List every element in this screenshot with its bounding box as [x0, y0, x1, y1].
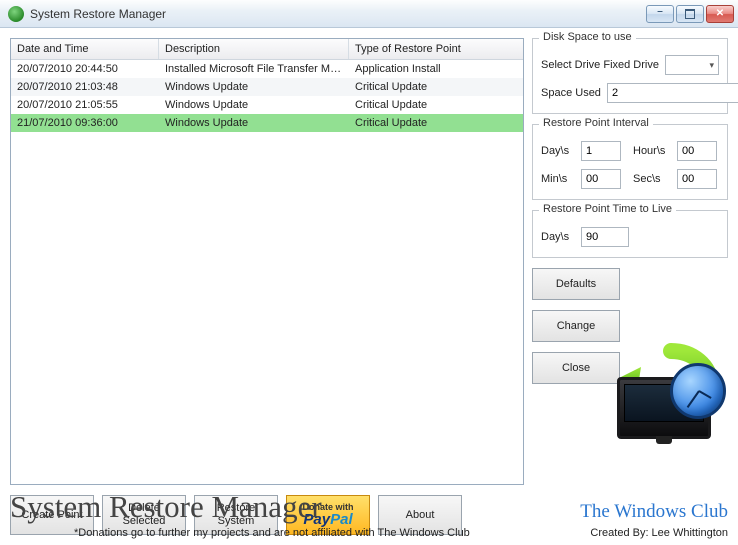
interval-legend: Restore Point Interval [539, 117, 653, 129]
cell-type: Critical Update [349, 80, 523, 94]
cell-description: Windows Update [159, 98, 349, 112]
maximize-button[interactable] [676, 5, 704, 23]
disk-space-group: Disk Space to use Select Drive Fixed Dri… [532, 38, 728, 114]
column-header-description[interactable]: Description [159, 39, 349, 59]
footer-donation-note: *Donations go to further my projects and… [74, 527, 470, 539]
ttl-days-input[interactable] [581, 227, 629, 247]
space-used-input[interactable] [607, 83, 738, 103]
app-icon [8, 6, 24, 22]
secs-input[interactable] [677, 169, 717, 189]
cell-datetime: 21/07/2010 09:36:00 [11, 116, 159, 130]
space-used-label: Space Used [541, 87, 601, 99]
secs-label: Sec\s [633, 173, 671, 185]
clock-icon [670, 363, 726, 419]
select-drive-dropdown[interactable] [665, 55, 719, 75]
table-row[interactable]: 20/07/2010 21:05:55Windows UpdateCritica… [11, 96, 523, 114]
change-button[interactable]: Change [532, 310, 620, 342]
table-row[interactable]: 21/07/2010 09:36:00Windows UpdateCritica… [11, 114, 523, 132]
cell-type: Application Install [349, 62, 523, 76]
cell-datetime: 20/07/2010 21:03:48 [11, 80, 159, 94]
close-button[interactable]: Close [532, 352, 620, 384]
cell-type: Critical Update [349, 98, 523, 112]
interval-group: Restore Point Interval Day\s Hour\s Min\… [532, 124, 728, 200]
cell-description: Windows Update [159, 116, 349, 130]
close-window-button[interactable] [706, 5, 734, 23]
mins-input[interactable] [581, 169, 621, 189]
cell-datetime: 20/07/2010 20:44:50 [11, 62, 159, 76]
hours-label: Hour\s [633, 145, 671, 157]
days-label: Day\s [541, 145, 575, 157]
cell-datetime: 20/07/2010 21:05:55 [11, 98, 159, 112]
window-buttons [646, 5, 734, 23]
minimize-button[interactable] [646, 5, 674, 23]
column-header-type[interactable]: Type of Restore Point [349, 39, 523, 59]
table-row[interactable]: 20/07/2010 21:03:48Windows UpdateCritica… [11, 78, 523, 96]
footer-created-by: Created By: Lee Whittington [590, 527, 728, 539]
ttl-days-label: Day\s [541, 231, 575, 243]
cell-description: Installed Microsoft File Transfer Ma... [159, 62, 349, 76]
ttl-legend: Restore Point Time to Live [539, 203, 676, 215]
titlebar[interactable]: System Restore Manager [0, 0, 738, 28]
right-button-column: Defaults Change Close [532, 268, 620, 384]
table-row[interactable]: 20/07/2010 20:44:50Installed Microsoft F… [11, 60, 523, 78]
app-logo [611, 347, 726, 447]
mins-label: Min\s [541, 173, 575, 185]
ttl-group: Restore Point Time to Live Day\s [532, 210, 728, 258]
restore-points-table[interactable]: Date and Time Description Type of Restor… [10, 38, 524, 485]
defaults-button[interactable]: Defaults [532, 268, 620, 300]
footer: System Restore Manager The Windows Club … [10, 489, 728, 539]
cell-description: Windows Update [159, 80, 349, 94]
column-header-datetime[interactable]: Date and Time [11, 39, 159, 59]
cell-type: Critical Update [349, 116, 523, 130]
footer-twc: The Windows Club [580, 501, 728, 523]
select-drive-label: Select Drive Fixed Drive [541, 59, 659, 71]
window-title: System Restore Manager [30, 7, 166, 21]
days-input[interactable] [581, 141, 621, 161]
footer-title: System Restore Manager [10, 489, 322, 525]
disk-space-legend: Disk Space to use [539, 31, 636, 43]
hours-input[interactable] [677, 141, 717, 161]
